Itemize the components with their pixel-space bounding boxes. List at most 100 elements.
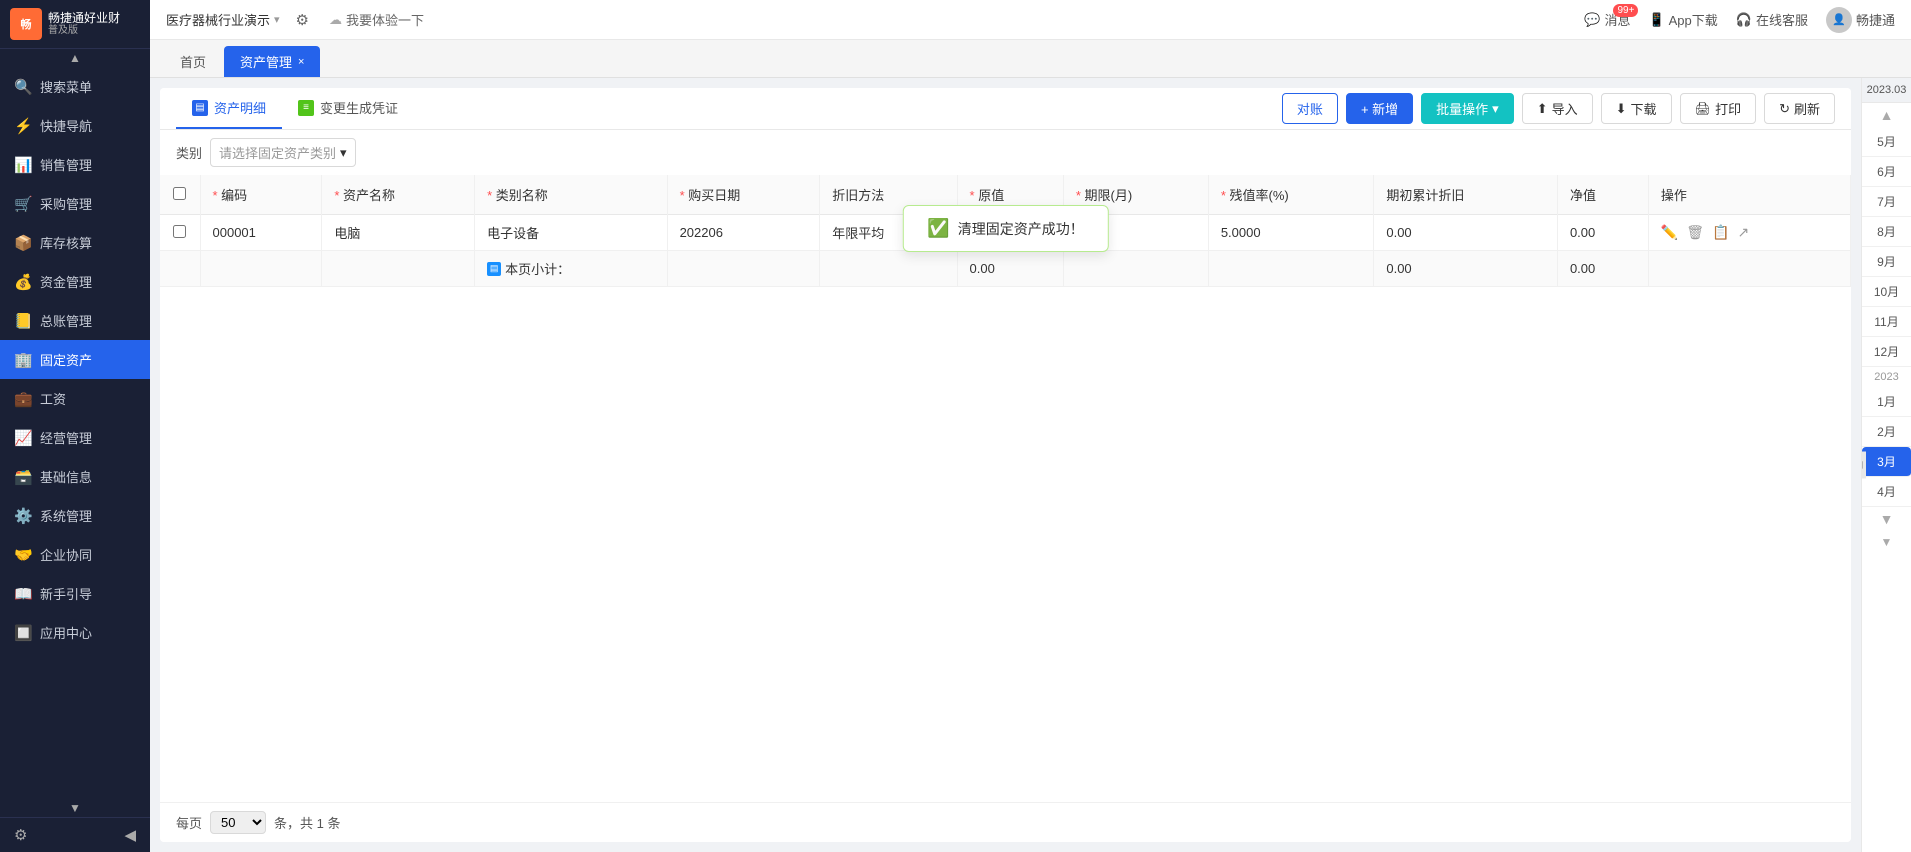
sidebar-item-fixed-assets[interactable]: 🏢 固定资产 <box>0 340 150 379</box>
calendar-bottom-icon[interactable]: ▼ <box>1877 531 1897 553</box>
calendar-months: 5月 6月 7月 8月 9月 10月 11月 12月 2023 1月 2月 3月… <box>1862 127 1911 507</box>
right-panel: 2023.03 ▲ 5月 6月 7月 8月 9月 10月 11月 12月 202… <box>1861 78 1911 852</box>
tab-home[interactable]: 首页 <box>166 46 220 77</box>
print-button[interactable]: 🖨 打印 <box>1680 93 1757 124</box>
more-button[interactable]: ↗ <box>1738 224 1750 241</box>
experience-button[interactable]: ☁ 我要体验一下 <box>329 10 424 29</box>
cal-month-9[interactable]: 9月 <box>1862 247 1911 277</box>
download-icon: ⬇ <box>1616 101 1627 117</box>
download-button[interactable]: ⬇ 下载 <box>1601 93 1672 124</box>
cal-month-4[interactable]: 4月 <box>1862 477 1911 507</box>
sidebar-item-purchase[interactable]: 🛒 采购管理 <box>0 184 150 223</box>
sidebar-item-salary[interactable]: 💼 工资 <box>0 379 150 418</box>
cal-year-2023: 2023 <box>1862 367 1911 387</box>
sidebar-item-ledger[interactable]: 📒 总账管理 <box>0 301 150 340</box>
print-icon: 🖨 <box>1695 101 1712 117</box>
row-initial-depreciation: 0.00 <box>1374 215 1558 251</box>
sidebar-scroll-up[interactable]: ▲ <box>0 49 150 67</box>
sidebar-bottom: ⚙ ◀ <box>0 817 150 852</box>
message-button[interactable]: 💬 消息 99+ <box>1584 10 1630 29</box>
import-button[interactable]: ⬆ 导入 <box>1522 93 1593 124</box>
th-initial-depreciation: 期初累计折旧 <box>1374 175 1558 215</box>
settings-icon[interactable]: ⚙ <box>14 826 27 844</box>
copy-button[interactable]: 📋 <box>1712 224 1729 241</box>
sidebar-item-cooperation[interactable]: 🤝 企业协同 <box>0 535 150 574</box>
edit-button[interactable]: ✏️ <box>1661 224 1678 241</box>
cal-month-6[interactable]: 6月 <box>1862 157 1911 187</box>
cal-month-2[interactable]: 2月 <box>1862 417 1911 447</box>
sidebar-item-system[interactable]: ⚙️ 系统管理 <box>0 496 150 535</box>
sub-tab-change-voucher[interactable]: ≡ 变更生成凭证 <box>282 88 414 129</box>
tabs-bar: 首页 资产管理 × <box>150 40 1911 78</box>
category-filter-label: 类别 <box>176 143 202 162</box>
company-selector[interactable]: 医疗器械行业演示 ▾ <box>166 10 280 29</box>
per-page-select[interactable]: 50 10 20 100 <box>210 811 266 834</box>
sub-tabs: ▤ 资产明细 ≡ 变更生成凭证 对账 + 新增 批量操作 ▾ <box>160 88 1851 130</box>
user-menu[interactable]: 👤 畅捷通 <box>1826 7 1895 33</box>
sidebar-item-operations[interactable]: 📈 经营管理 <box>0 418 150 457</box>
change-voucher-tab-icon: ≡ <box>298 100 314 116</box>
avatar: 👤 <box>1826 7 1852 33</box>
new-button[interactable]: + 新增 <box>1346 93 1413 124</box>
cal-month-11[interactable]: 11月 <box>1862 307 1911 337</box>
page-content: ▤ 资产明细 ≡ 变更生成凭证 对账 + 新增 批量操作 ▾ <box>160 88 1851 842</box>
delete-button[interactable]: 🗑 <box>1686 224 1704 241</box>
batch-ops-arrow-icon: ▾ <box>1492 101 1499 117</box>
sidebar-item-search[interactable]: 🔍 搜索菜单 <box>0 67 150 106</box>
subtotal-icon: ▤ <box>487 262 501 276</box>
category-filter-select[interactable]: 请选择固定资产类别 ▾ <box>210 138 356 167</box>
batch-ops-button[interactable]: 批量操作 ▾ <box>1421 93 1514 124</box>
sub-tab-asset-detail[interactable]: ▤ 资产明细 <box>176 88 282 129</box>
sidebar-item-app-center[interactable]: 🔲 应用中心 <box>0 613 150 652</box>
sidebar-item-sales[interactable]: 📊 销售管理 <box>0 145 150 184</box>
sidebar-logo: 畅 畅捷通好业财 普及版 <box>0 0 150 49</box>
calendar-scroll-down[interactable]: ▼ <box>1862 507 1911 531</box>
message-badge: 99+ <box>1613 4 1638 17</box>
calendar-scroll-up[interactable]: ▲ <box>1862 103 1911 127</box>
topbar-gear-icon[interactable]: ⚙ <box>296 11 309 29</box>
sidebar-item-quick-nav[interactable]: ⚡ 快捷导航 <box>0 106 150 145</box>
cloud-icon: ☁ <box>329 12 342 28</box>
tab-asset-management[interactable]: 资产管理 × <box>224 46 320 77</box>
row-checkbox-cell <box>160 215 200 251</box>
tab-close-icon[interactable]: × <box>298 56 304 68</box>
app-download-button[interactable]: 📱 App下载 <box>1648 10 1717 29</box>
guide-icon: 📖 <box>14 585 32 603</box>
th-category: 类别名称 <box>475 175 667 215</box>
success-message: 清理固定资产成功！ <box>958 219 1084 239</box>
row-action-cell: ✏️ 🗑 📋 ↗ <box>1648 215 1850 251</box>
system-icon: ⚙️ <box>14 507 32 525</box>
refresh-button[interactable]: ↻ 刷新 <box>1764 93 1835 124</box>
sidebar-nav: 🔍 搜索菜单 ⚡ 快捷导航 📊 销售管理 🛒 采购管理 📦 库存核算 💰 资金管… <box>0 67 150 799</box>
sidebar-item-inventory[interactable]: 📦 库存核算 <box>0 223 150 262</box>
cal-month-7[interactable]: 7月 <box>1862 187 1911 217</box>
logo-text: 畅捷通好业财 普及版 <box>48 11 120 37</box>
reconcile-button[interactable]: 对账 <box>1282 93 1338 124</box>
calendar-header[interactable]: 2023.03 <box>1862 78 1911 103</box>
cal-month-5[interactable]: 5月 <box>1862 127 1911 157</box>
row-purchase-date: 202206 <box>667 215 820 251</box>
sidebar-item-basic-info[interactable]: 🗃️ 基础信息 <box>0 457 150 496</box>
support-button[interactable]: 🎧 在线客服 <box>1736 10 1808 29</box>
cal-month-10[interactable]: 10月 <box>1862 277 1911 307</box>
cal-month-12[interactable]: 12月 <box>1862 337 1911 367</box>
ledger-icon: 📒 <box>14 312 32 330</box>
cal-month-8[interactable]: 8月 <box>1862 217 1911 247</box>
sidebar-item-guide[interactable]: 📖 新手引导 <box>0 574 150 613</box>
right-panel-toggle[interactable]: ◀ <box>1861 452 1866 479</box>
select-all-checkbox[interactable] <box>173 187 186 200</box>
funds-icon: 💰 <box>14 273 32 291</box>
cal-month-1[interactable]: 1月 <box>1862 387 1911 417</box>
purchase-icon: 🛒 <box>14 195 32 213</box>
sidebar-item-funds[interactable]: 💰 资金管理 <box>0 262 150 301</box>
collapse-sidebar-icon[interactable]: ◀ <box>124 826 136 844</box>
fixed-assets-icon: 🏢 <box>14 351 32 369</box>
sidebar-scroll-down[interactable]: ▼ <box>0 799 150 817</box>
th-purchase-date: 购买日期 <box>667 175 820 215</box>
th-name: 资产名称 <box>322 175 475 215</box>
topbar-right: 💬 消息 99+ 📱 App下载 🎧 在线客服 👤 畅捷通 <box>1584 7 1895 33</box>
th-checkbox <box>160 175 200 215</box>
cal-month-3[interactable]: 3月 <box>1862 447 1911 477</box>
total-label: 条，共 1 条 <box>274 813 340 832</box>
row-checkbox[interactable] <box>173 225 186 238</box>
